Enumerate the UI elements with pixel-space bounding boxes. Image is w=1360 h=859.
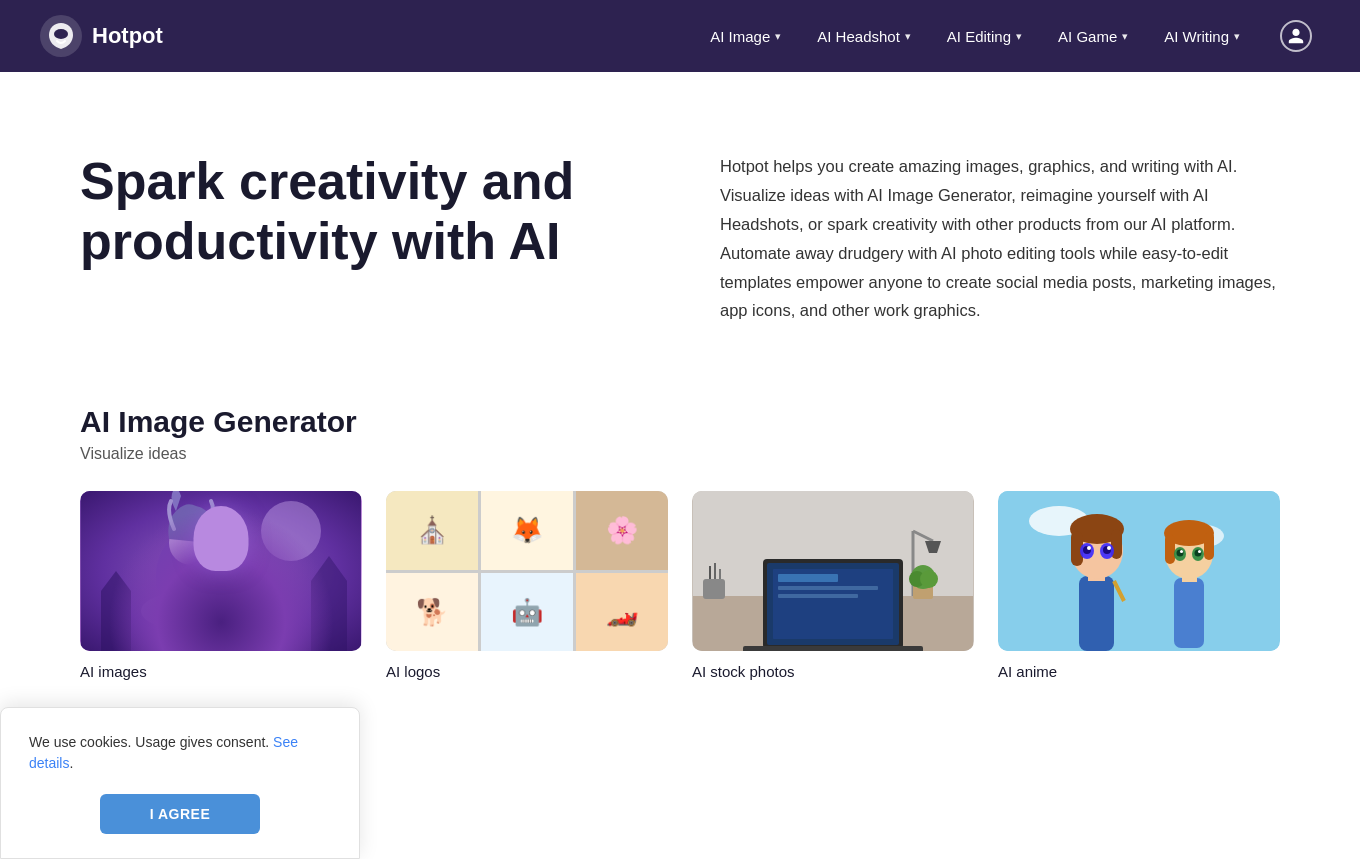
nav-item-ai-headshot[interactable]: AI Headshot ▾ xyxy=(801,20,927,53)
svg-rect-2 xyxy=(81,491,361,651)
card-label-ai-stock-photos: AI stock photos xyxy=(692,663,795,680)
card-ai-anime[interactable]: AI anime xyxy=(998,491,1280,681)
hero-right: Hotpot helps you create amazing images, … xyxy=(720,152,1280,325)
chevron-down-icon: ▾ xyxy=(1016,30,1022,43)
logo-cell-flower: 🌸 xyxy=(576,491,668,570)
card-ai-logos[interactable]: ⛪ 🦊 🌸 🐕 🤖 🏎️ AI logos xyxy=(386,491,668,681)
thumb-ai-logos: ⛪ 🦊 🌸 🐕 🤖 🏎️ xyxy=(386,491,668,651)
image-grid: AI images ⛪ 🦊 🌸 🐕 🤖 🏎️ AI logos xyxy=(80,491,1280,681)
logo-cell-fox: 🦊 xyxy=(481,491,573,570)
svg-rect-30 xyxy=(1079,576,1114,651)
nav-links: AI Image ▾ AI Headshot ▾ AI Editing ▾ AI… xyxy=(694,20,1256,53)
chevron-down-icon: ▾ xyxy=(1122,30,1128,43)
svg-point-1 xyxy=(54,29,68,39)
section-title: AI Image Generator xyxy=(80,405,1280,439)
ai-image-generator-section: AI Image Generator Visualize ideas xyxy=(80,405,1280,681)
svg-rect-48 xyxy=(1204,532,1214,560)
svg-point-5 xyxy=(169,521,213,565)
hero-section: Spark creativity and productivity with A… xyxy=(80,152,1280,325)
svg-rect-23 xyxy=(703,579,725,599)
nav-item-ai-editing[interactable]: AI Editing ▾ xyxy=(931,20,1038,53)
svg-rect-15 xyxy=(778,574,838,582)
section-subtitle: Visualize ideas xyxy=(80,445,1280,463)
svg-rect-47 xyxy=(1165,534,1175,564)
nav-label-ai-editing: AI Editing xyxy=(947,28,1011,45)
main-content: Spark creativity and productivity with A… xyxy=(0,72,1360,741)
svg-point-22 xyxy=(920,570,938,588)
svg-rect-18 xyxy=(743,646,923,651)
card-label-ai-logos: AI logos xyxy=(386,663,440,680)
card-label-ai-images: AI images xyxy=(80,663,147,680)
logo-text: Hotpot xyxy=(92,23,163,49)
cookie-banner: We use cookies. Usage gives consent. See… xyxy=(0,707,360,741)
svg-point-6 xyxy=(141,591,241,631)
chevron-down-icon: ▾ xyxy=(905,30,911,43)
nav-label-ai-writing: AI Writing xyxy=(1164,28,1229,45)
thumb-ai-stock-photos xyxy=(692,491,974,651)
logo-icon xyxy=(40,15,82,57)
card-ai-images[interactable]: AI images xyxy=(80,491,362,681)
nav-label-ai-game: AI Game xyxy=(1058,28,1117,45)
svg-point-41 xyxy=(1107,546,1111,550)
nav-item-ai-game[interactable]: AI Game ▾ xyxy=(1042,20,1144,53)
user-account-button[interactable] xyxy=(1272,12,1320,60)
logo-cell-car: 🏎️ xyxy=(576,573,668,652)
svg-rect-17 xyxy=(778,594,858,598)
card-label-ai-anime: AI anime xyxy=(998,663,1057,680)
hero-title: Spark creativity and productivity with A… xyxy=(80,152,640,272)
logo-cell-robot: 🤖 xyxy=(481,573,573,652)
card-ai-stock-photos[interactable]: AI stock photos xyxy=(692,491,974,681)
nav-label-ai-image: AI Image xyxy=(710,28,770,45)
svg-point-4 xyxy=(156,531,226,621)
chevron-down-icon: ▾ xyxy=(1234,30,1240,43)
svg-point-53 xyxy=(1180,550,1183,553)
nav-label-ai-headshot: AI Headshot xyxy=(817,28,900,45)
logo-cell-corgi: 🐕 xyxy=(386,573,478,652)
user-icon xyxy=(1280,20,1312,52)
thumb-ai-images xyxy=(80,491,362,651)
logo-cell-church: ⛪ xyxy=(386,491,478,570)
svg-rect-43 xyxy=(1174,578,1204,648)
thumb-ai-anime xyxy=(998,491,1280,651)
svg-point-40 xyxy=(1087,546,1091,550)
hero-description: Hotpot helps you create amazing images, … xyxy=(720,152,1280,325)
svg-point-54 xyxy=(1198,550,1201,553)
svg-rect-16 xyxy=(778,586,878,590)
navbar: Hotpot AI Image ▾ AI Headshot ▾ AI Editi… xyxy=(0,0,1360,72)
logo-link[interactable]: Hotpot xyxy=(40,15,163,57)
hero-left: Spark creativity and productivity with A… xyxy=(80,152,640,325)
nav-item-ai-writing[interactable]: AI Writing ▾ xyxy=(1148,20,1256,53)
chevron-down-icon: ▾ xyxy=(775,30,781,43)
nav-item-ai-image[interactable]: AI Image ▾ xyxy=(694,20,797,53)
cookie-message: We use cookies. Usage gives consent. See… xyxy=(29,732,331,741)
svg-point-3 xyxy=(261,501,321,561)
